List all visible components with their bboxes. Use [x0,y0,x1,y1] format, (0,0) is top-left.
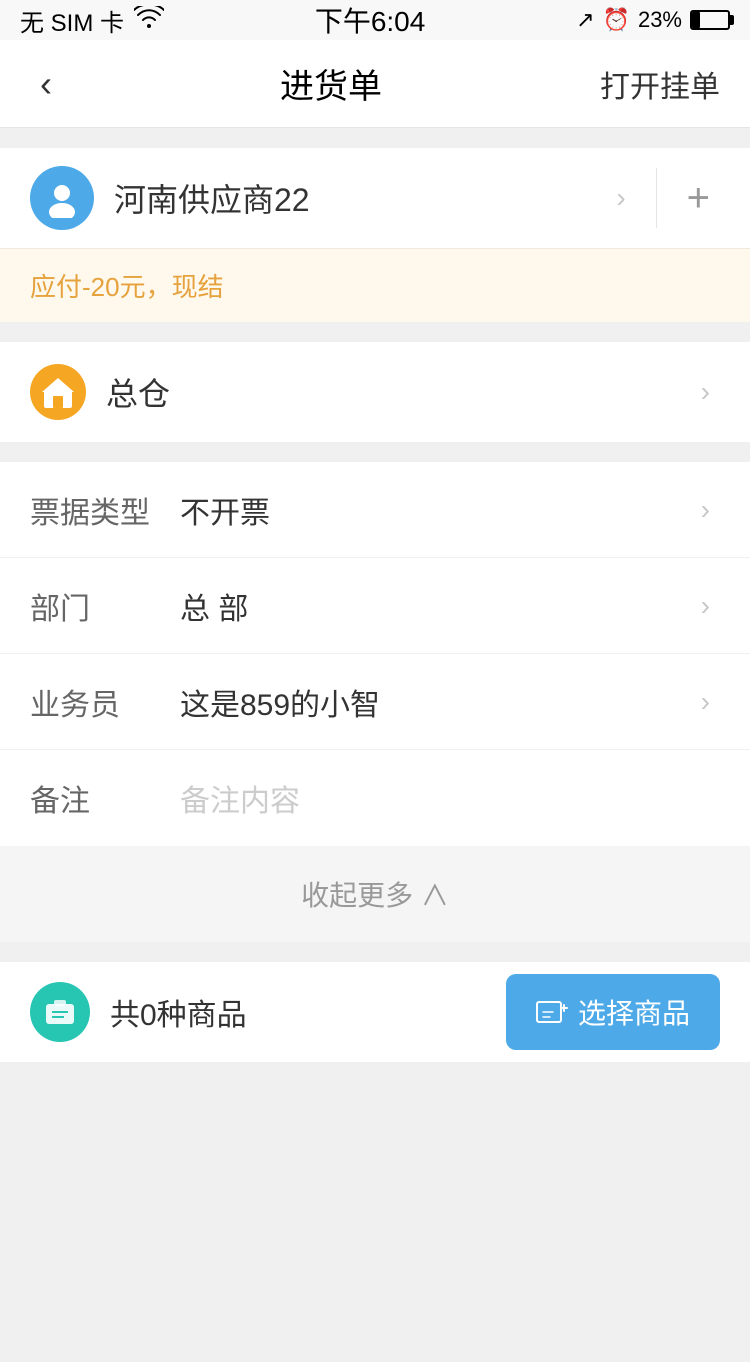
form-section: 票据类型 不开票 › 部门 总 部 › 业务员 这是859的小智 › 备注 备注… [0,462,750,846]
ticket-type-label: 票据类型 [30,488,160,532]
status-time: 下午6:04 [315,0,426,40]
warehouse-row[interactable]: 总仓 › [0,342,750,442]
salesman-row[interactable]: 业务员 这是859的小智 › [0,654,750,750]
product-count: 共0种商品 [110,990,506,1034]
section-divider-1 [0,322,750,342]
location-icon: ↗ [576,7,594,33]
notice-text: 应付-20元，现结 [30,272,224,302]
select-btn-label: 选择商品 [578,992,690,1032]
collapse-row[interactable]: 收起更多 ∧ [0,846,750,942]
ticket-type-value: 不开票 [160,488,701,532]
alarm-icon: ⏰ [603,7,630,33]
status-right: ↗ ⏰ 23% [576,7,730,33]
status-left: 无 SIM 卡 [20,3,164,38]
status-bar: 无 SIM 卡 下午6:04 ↗ ⏰ 23% [0,0,750,40]
ticket-type-row[interactable]: 票据类型 不开票 › [0,462,750,558]
bottom-section: 共0种商品 选择商品 [0,962,750,1062]
notice-row: 应付-20元，现结 [0,248,750,322]
add-button[interactable]: + [677,166,720,231]
wifi-icon [134,6,164,35]
salesman-value: 这是859的小智 [160,680,701,724]
department-value: 总 部 [160,584,701,628]
chevron-right-icon: › [701,376,710,408]
chevron-right-icon: › [701,494,710,526]
avatar [30,166,94,230]
note-label: 备注 [30,776,160,820]
department-label: 部门 [30,584,160,628]
supplier-row[interactable]: 河南供应商22 › + [0,148,750,248]
carrier-label: 无 SIM 卡 [20,3,124,38]
battery-percent: 23% [638,7,682,33]
product-icon [30,982,90,1042]
chevron-right-icon: › [701,686,710,718]
select-product-button[interactable]: 选择商品 [506,974,720,1050]
page-title: 进货单 [280,59,382,108]
warehouse-icon [30,364,86,420]
chevron-right-icon: › [701,590,710,622]
supplier-section: 河南供应商22 › + 应付-20元，现结 [0,148,750,322]
nav-bar: ‹ 进货单 打开挂单 [0,40,750,128]
department-row[interactable]: 部门 总 部 › [0,558,750,654]
chevron-right-icon: › [616,182,625,214]
supplier-name: 河南供应商22 [114,175,616,221]
battery-icon [690,10,730,30]
top-divider [0,128,750,148]
note-placeholder[interactable]: 备注内容 [160,776,720,820]
background-fill [0,1062,750,1362]
note-row[interactable]: 备注 备注内容 [0,750,750,846]
warehouse-section: 总仓 › [0,342,750,442]
collapse-text: 收起更多 ∧ [301,874,449,914]
vertical-divider [656,168,657,228]
warehouse-label: 总仓 [106,369,701,415]
open-pending-button[interactable]: 打开挂单 [600,62,720,106]
salesman-label: 业务员 [30,680,160,724]
back-button[interactable]: ‹ [30,53,62,115]
